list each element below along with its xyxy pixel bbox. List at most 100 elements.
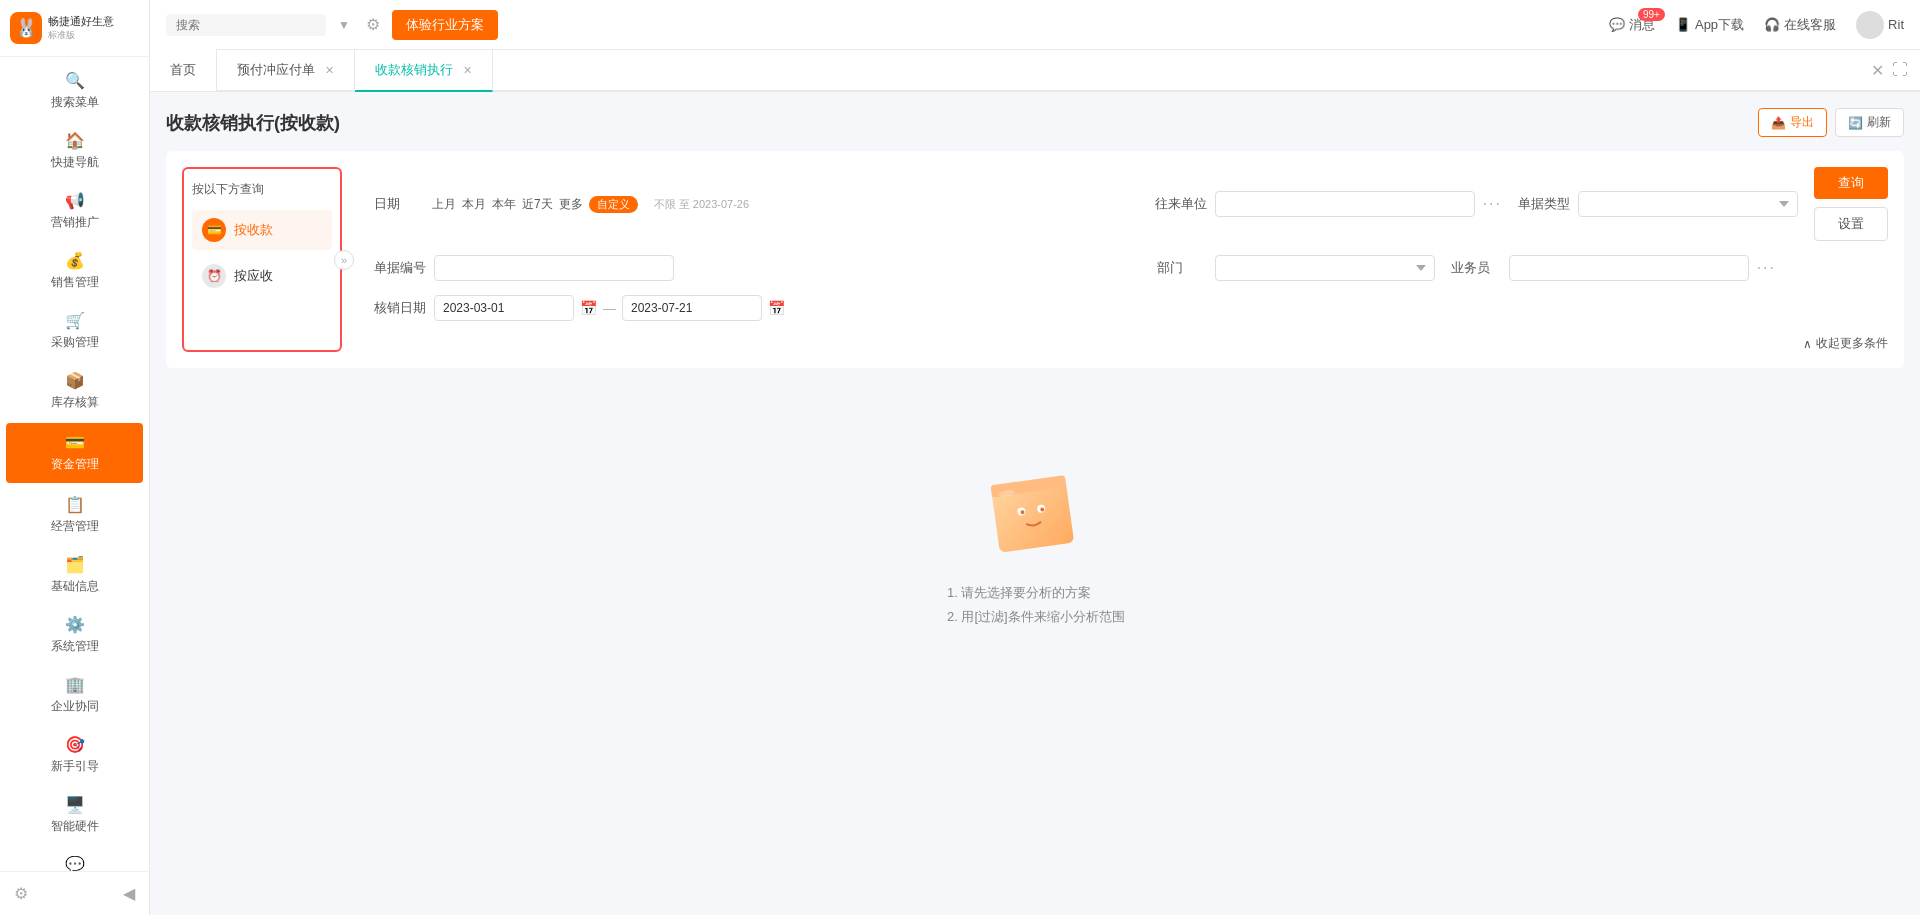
filter-option-by-receivable[interactable]: ⏰ 按应收	[192, 256, 332, 296]
message-icon: 💬	[1609, 17, 1625, 32]
page-title-bar: 收款核销执行(按收款) 📤 导出 🔄 刷新	[166, 108, 1904, 137]
date-this-year[interactable]: 本年	[492, 196, 516, 213]
sidebar-label-basic: 基础信息	[51, 578, 99, 595]
messages-button[interactable]: 💬 消息 99+	[1609, 16, 1655, 34]
app-download-button[interactable]: 📱 App下载	[1675, 16, 1744, 34]
search-icon: 🔍	[65, 71, 85, 90]
counterparty-field-group: 往来单位 ···	[1155, 191, 1502, 217]
doc-type-select[interactable]	[1578, 191, 1798, 217]
sidebar-label-operations: 经营管理	[51, 518, 99, 535]
department-label: 部门	[1157, 259, 1207, 277]
export-icon: 📤	[1771, 116, 1786, 130]
query-button[interactable]: 查询	[1814, 167, 1888, 199]
tab-actions: ✕ ⛶	[1871, 61, 1920, 80]
salesperson-dots-btn[interactable]: ···	[1757, 259, 1776, 277]
filter-options-panel: 按以下方查询 💳 按收款 ⏰ 按应收 »	[182, 167, 342, 352]
empty-svg	[975, 448, 1095, 568]
hardware-icon: 🖥️	[65, 795, 85, 814]
filter-row-2: 单据编号 部门 业务员 ···	[374, 255, 1888, 281]
sidebar-item-basic[interactable]: 🗂️ 基础信息	[0, 545, 149, 605]
sidebar-item-operations[interactable]: 📋 经营管理	[0, 485, 149, 545]
verify-date-end[interactable]	[622, 295, 762, 321]
filter-option-by-receipt[interactable]: 💳 按收款	[192, 210, 332, 250]
close-window-icon[interactable]: ✕	[1871, 61, 1884, 80]
tab-receive-close[interactable]: ✕	[463, 64, 472, 77]
app-logo: 🐰 畅捷通好生意 标准版	[0, 0, 149, 57]
tab-home[interactable]: 首页	[150, 49, 217, 91]
tab-receive[interactable]: 收款核销执行 ✕	[355, 50, 493, 92]
tab-receive-label: 收款核销执行	[375, 61, 453, 79]
date-last-month[interactable]: 上月	[432, 196, 456, 213]
verify-date-field-group: 核销日期 📅 — 📅	[374, 295, 785, 321]
sidebar-item-search[interactable]: 🔍 搜索菜单	[0, 61, 149, 121]
calendar-start-icon[interactable]: 📅	[580, 300, 597, 316]
collapse-more-label: 收起更多条件	[1816, 335, 1888, 352]
user-avatar	[1856, 11, 1884, 39]
user-menu[interactable]: Rit	[1856, 11, 1904, 39]
verify-date-start[interactable]	[434, 295, 574, 321]
date-unlimited-label: 不限 至 2023-07-26	[654, 197, 749, 212]
sidebar-item-marketing[interactable]: 📢 营销推广	[0, 181, 149, 241]
sidebar-item-sales[interactable]: 💰 销售管理	[0, 241, 149, 301]
settings-button[interactable]: 设置	[1814, 207, 1888, 241]
sidebar-item-system[interactable]: ⚙️ 系统管理	[0, 605, 149, 665]
counterparty-dots-btn[interactable]: ···	[1483, 195, 1502, 213]
sidebar-item-guide[interactable]: 🎯 新手引导	[0, 725, 149, 785]
download-icon: 📱	[1675, 17, 1691, 32]
sidebar-item-hardware[interactable]: 🖥️ 智能硬件	[0, 785, 149, 845]
filter-form: 日期 上月 本月 本年 近7天 更多 自定义 不限 至 2023-07-26	[358, 167, 1888, 352]
search-input[interactable]	[166, 14, 326, 36]
industry-button[interactable]: 体验行业方案	[392, 10, 498, 40]
header-right: 💬 消息 99+ 📱 App下载 🎧 在线客服 Rit	[1609, 11, 1904, 39]
gear-icon[interactable]: ⚙	[366, 15, 380, 34]
calendar-end-icon[interactable]: 📅	[768, 300, 785, 316]
expand-window-icon[interactable]: ⛶	[1892, 61, 1908, 79]
salesperson-input[interactable]	[1509, 255, 1749, 281]
sidebar-item-enterprise[interactable]: 🏢 企业协同	[0, 665, 149, 725]
date-more[interactable]: 更多	[559, 196, 583, 213]
receipt-icon: 💳	[202, 218, 226, 242]
salesperson-field-group: 业务员 ···	[1451, 255, 1776, 281]
date-this-month[interactable]: 本月	[462, 196, 486, 213]
sidebar-item-inventory[interactable]: 📦 库存核算	[0, 361, 149, 421]
collapse-more-button[interactable]: ∧ 收起更多条件	[1803, 335, 1888, 352]
sidebar-label-purchase: 采购管理	[51, 334, 99, 351]
sidebar-item-shortcut[interactable]: 🏠 快捷导航	[0, 121, 149, 181]
filter-option-receivable-label: 按应收	[234, 267, 273, 285]
department-select[interactable]	[1215, 255, 1435, 281]
marketing-icon: 📢	[65, 191, 85, 210]
sidebar-label-search: 搜索菜单	[51, 94, 99, 111]
date-last-7-days[interactable]: 近7天	[522, 196, 553, 213]
doc-number-label: 单据编号	[374, 259, 426, 277]
export-button[interactable]: 📤 导出	[1758, 108, 1827, 137]
sidebar-label-inventory: 库存核算	[51, 394, 99, 411]
tab-prepay-close[interactable]: ✕	[325, 64, 334, 77]
filter-collapse-arrow[interactable]: »	[334, 250, 354, 270]
date-custom-badge[interactable]: 自定义	[589, 196, 638, 213]
counterparty-label: 往来单位	[1155, 195, 1207, 213]
refresh-button[interactable]: 🔄 刷新	[1835, 108, 1904, 137]
counterparty-input[interactable]	[1215, 191, 1475, 217]
date-shortcuts: 上月 本月 本年 近7天 更多 自定义	[432, 196, 638, 213]
online-service-button[interactable]: 🎧 在线客服	[1764, 16, 1836, 34]
doc-number-input[interactable]	[434, 255, 674, 281]
page-content: 收款核销执行(按收款) 📤 导出 🔄 刷新 按以下方查询 💳 按收款	[150, 92, 1920, 915]
refresh-icon: 🔄	[1848, 116, 1863, 130]
date-label: 日期	[374, 195, 424, 213]
app-name: 畅捷通好生意	[48, 14, 114, 28]
sidebar-collapse-button[interactable]: ◀	[123, 884, 135, 903]
range-dash: —	[603, 301, 616, 316]
enterprise-icon: 🏢	[65, 675, 85, 694]
sidebar-item-purchase[interactable]: 🛒 采购管理	[0, 301, 149, 361]
sidebar-settings-button[interactable]: ⚙	[14, 884, 28, 903]
sidebar-item-weixin[interactable]: 💬 企业微信	[0, 845, 149, 871]
sidebar-bottom: ⚙ ◀	[0, 871, 149, 915]
salesperson-label: 业务员	[1451, 259, 1501, 277]
department-field-group: 部门	[1157, 255, 1435, 281]
service-icon: 🎧	[1764, 17, 1780, 32]
sidebar-item-finance[interactable]: 💳 资金管理	[6, 423, 143, 483]
tab-prepay[interactable]: 预付冲应付单 ✕	[217, 49, 355, 91]
chevron-down-icon[interactable]: ▼	[338, 18, 350, 32]
empty-state: 请先选择要分析的方案 用[过滤]条件来缩小分析范围	[166, 368, 1904, 712]
finance-icon: 💳	[65, 433, 85, 452]
